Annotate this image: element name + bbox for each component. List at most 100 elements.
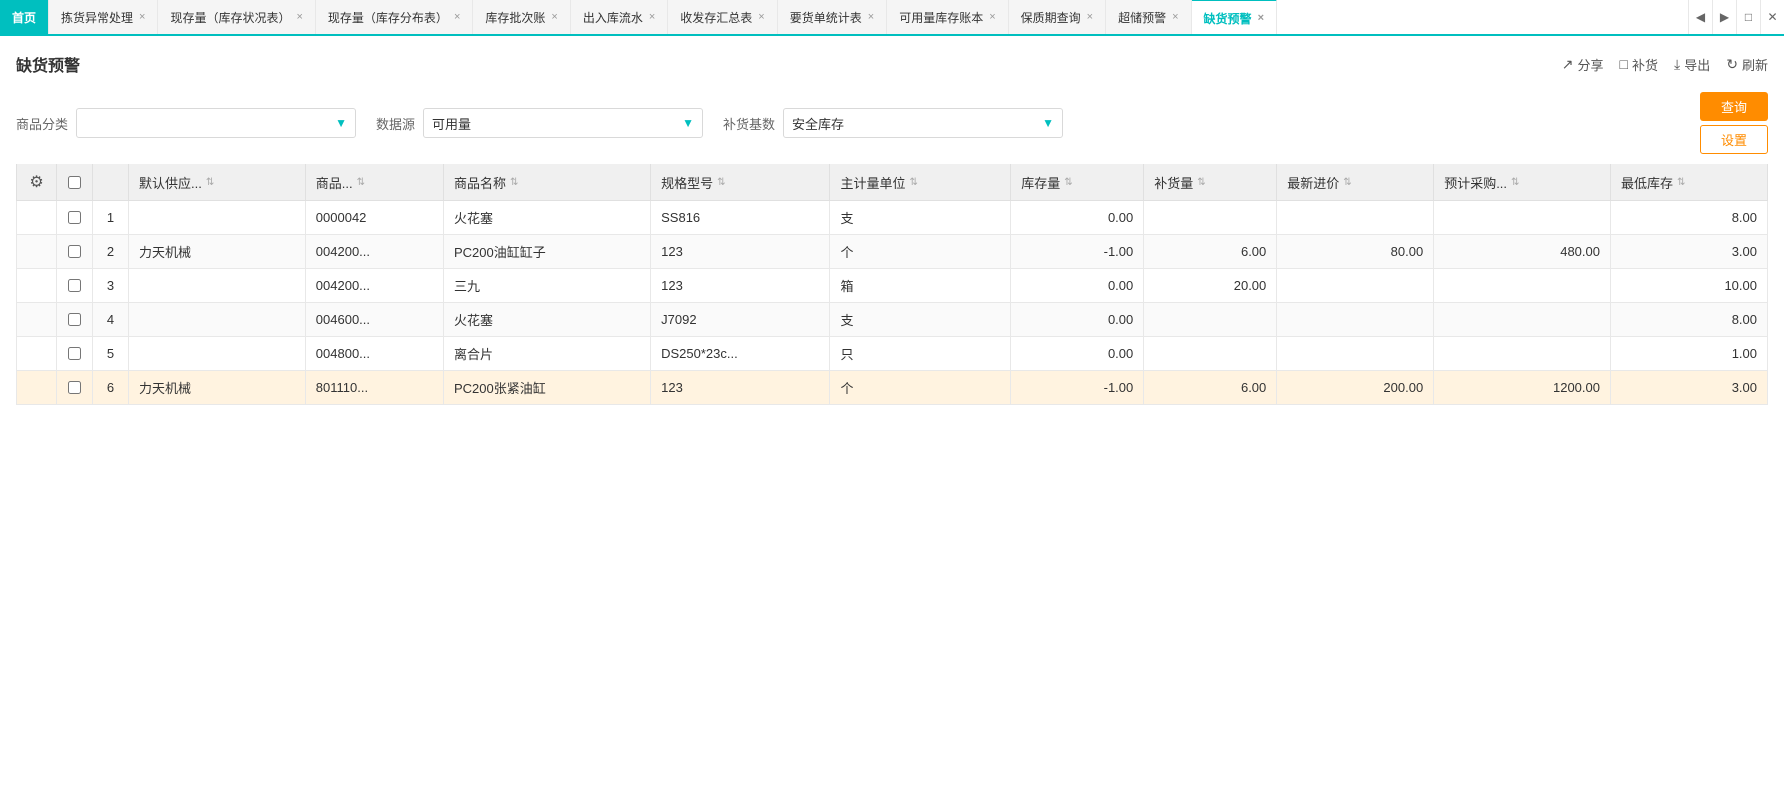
tab-inout-flow[interactable]: 出入库流水 × xyxy=(571,0,668,35)
row-replenish-qty xyxy=(1144,201,1277,235)
col-min-stock[interactable]: 最低库存 ⇅ xyxy=(1610,164,1767,201)
tab-available-ledger[interactable]: 可用量库存账本 × xyxy=(887,0,1008,35)
datasource-select-value: 可用量 xyxy=(432,114,471,133)
col-default-supplier[interactable]: 默认供应... ⇅ xyxy=(129,164,306,201)
tab-expiry-query[interactable]: 保质期查询 × xyxy=(1009,0,1106,35)
category-select[interactable]: ▼ xyxy=(76,108,356,138)
replenish-base-value: 安全库存 xyxy=(792,114,844,133)
row-product-name: 三九 xyxy=(443,269,650,303)
table-row[interactable]: 3 004200... 三九 123 箱 0.00 20.00 10.00 xyxy=(17,269,1768,303)
tab-exception-label: 拣货异常处理 xyxy=(61,9,133,26)
row-checkbox-5[interactable] xyxy=(68,381,81,394)
row-min-stock: 8.00 xyxy=(1610,201,1767,235)
page-title: 缺货预警 xyxy=(16,52,80,76)
tab-prev-button[interactable]: ◀ xyxy=(1688,0,1712,35)
col-product-code[interactable]: 商品... ⇅ xyxy=(305,164,443,201)
col-gear[interactable]: ⚙ xyxy=(17,164,57,201)
tab-receive-summary-close[interactable]: × xyxy=(758,11,764,23)
select-all-checkbox[interactable] xyxy=(68,176,81,189)
row-checkbox-cell xyxy=(57,269,93,303)
replenish-action[interactable]: □ 补货 xyxy=(1620,55,1658,74)
sort-code-icon: ⇅ xyxy=(357,177,365,188)
tab-bar: 首页 拣货异常处理 × 现存量（库存状况表） × 现存量（库存分布表） × 库存… xyxy=(0,0,1784,36)
row-product-code: 0000042 xyxy=(305,201,443,235)
col-spec[interactable]: 规格型号 ⇅ xyxy=(651,164,830,201)
tab-receive-summary-label: 收发存汇总表 xyxy=(680,9,752,26)
refresh-action[interactable]: ↻ 刷新 xyxy=(1726,55,1768,74)
row-stock: 0.00 xyxy=(1011,201,1144,235)
export-action[interactable]: ⤓ 导出 xyxy=(1674,55,1710,74)
tab-inventory-dist[interactable]: 现存量（库存分布表） × xyxy=(316,0,473,35)
row-index: 3 xyxy=(93,269,129,303)
tab-inventory-status[interactable]: 现存量（库存状况表） × xyxy=(158,0,315,35)
tab-batch-account-close[interactable]: × xyxy=(551,11,557,23)
query-button[interactable]: 查询 xyxy=(1700,92,1768,121)
row-checkbox-0[interactable] xyxy=(68,211,81,224)
tab-inout-flow-close[interactable]: × xyxy=(649,11,655,23)
row-gear-cell xyxy=(17,235,57,269)
row-latest-price: 80.00 xyxy=(1277,235,1434,269)
tab-close-all-button[interactable]: ✕ xyxy=(1760,0,1784,35)
replenish-base-select[interactable]: 安全库存 ▼ xyxy=(783,108,1063,138)
row-index: 6 xyxy=(93,371,129,405)
tab-inventory-dist-close[interactable]: × xyxy=(454,11,460,23)
tab-expiry-query-close[interactable]: × xyxy=(1087,11,1093,23)
settings-button[interactable]: 设置 xyxy=(1700,125,1768,154)
category-chevron-icon: ▼ xyxy=(335,116,347,130)
tab-overstock-close[interactable]: × xyxy=(1172,11,1178,23)
table-row[interactable]: 6 力天机械 801110... PC200张紧油缸 123 个 -1.00 6… xyxy=(17,371,1768,405)
tab-receive-summary[interactable]: 收发存汇总表 × xyxy=(668,0,777,35)
row-product-name: 火花塞 xyxy=(443,303,650,337)
table-row[interactable]: 2 力天机械 004200... PC200油缸缸子 123 个 -1.00 6… xyxy=(17,235,1768,269)
row-checkbox-cell xyxy=(57,201,93,235)
tab-restore-button[interactable]: □ xyxy=(1736,0,1760,35)
table-row[interactable]: 1 0000042 火花塞 SS816 支 0.00 8.00 xyxy=(17,201,1768,235)
table-row[interactable]: 4 004600... 火花塞 J7092 支 0.00 8.00 xyxy=(17,303,1768,337)
row-product-code: 004600... xyxy=(305,303,443,337)
row-replenish-qty: 6.00 xyxy=(1144,235,1277,269)
tab-inventory-status-close[interactable]: × xyxy=(296,11,302,23)
row-unit: 支 xyxy=(830,303,1011,337)
row-min-stock: 3.00 xyxy=(1610,235,1767,269)
sort-min-stock-icon: ⇅ xyxy=(1677,177,1685,188)
share-action[interactable]: ↗ 分享 xyxy=(1562,55,1604,74)
tab-batch-account[interactable]: 库存批次账 × xyxy=(473,0,570,35)
col-estimated-purchase-label: 预计采购... xyxy=(1444,173,1507,192)
col-estimated-purchase[interactable]: 预计采购... ⇅ xyxy=(1434,164,1611,201)
row-checkbox-4[interactable] xyxy=(68,347,81,360)
row-spec: SS816 xyxy=(651,201,830,235)
tab-demand-stats[interactable]: 要货单统计表 × xyxy=(778,0,887,35)
gear-icon[interactable]: ⚙ xyxy=(27,172,46,192)
tab-exception[interactable]: 拣货异常处理 × xyxy=(49,0,158,35)
row-checkbox-2[interactable] xyxy=(68,279,81,292)
tab-next-button[interactable]: ▶ xyxy=(1712,0,1736,35)
col-unit[interactable]: 主计量单位 ⇅ xyxy=(830,164,1011,201)
col-index xyxy=(93,164,129,201)
row-checkbox-3[interactable] xyxy=(68,313,81,326)
tab-shortage-close[interactable]: × xyxy=(1258,12,1264,24)
col-stock[interactable]: 库存量 ⇅ xyxy=(1011,164,1144,201)
row-checkbox-1[interactable] xyxy=(68,245,81,258)
row-product-name: PC200油缸缸子 xyxy=(443,235,650,269)
tab-exception-close[interactable]: × xyxy=(139,11,145,23)
tab-home[interactable]: 首页 xyxy=(0,0,49,35)
table-row[interactable]: 5 004800... 离合片 DS250*23c... 只 0.00 1.00 xyxy=(17,337,1768,371)
tab-overstock[interactable]: 超储预警 × xyxy=(1106,0,1191,35)
row-replenish-qty: 20.00 xyxy=(1144,269,1277,303)
col-latest-price[interactable]: 最新进价 ⇅ xyxy=(1277,164,1434,201)
tab-demand-stats-close[interactable]: × xyxy=(868,11,874,23)
tab-available-ledger-close[interactable]: × xyxy=(989,11,995,23)
col-replenish-qty[interactable]: 补货量 ⇅ xyxy=(1144,164,1277,201)
datasource-select[interactable]: 可用量 ▼ xyxy=(423,108,703,138)
row-gear-cell xyxy=(17,269,57,303)
row-supplier xyxy=(129,269,306,303)
col-product-name[interactable]: 商品名称 ⇅ xyxy=(443,164,650,201)
row-spec: 123 xyxy=(651,235,830,269)
row-latest-price xyxy=(1277,303,1434,337)
table-header-row: ⚙ 默认供应... ⇅ 商品... ⇅ xyxy=(17,164,1768,201)
tab-shortage[interactable]: 缺货预警 × xyxy=(1192,0,1277,35)
row-product-code: 004200... xyxy=(305,269,443,303)
refresh-icon: ↻ xyxy=(1726,56,1738,73)
replenish-base-filter-group: 补货基数 安全库存 ▼ xyxy=(723,108,1063,138)
replenish-icon: □ xyxy=(1620,56,1628,72)
